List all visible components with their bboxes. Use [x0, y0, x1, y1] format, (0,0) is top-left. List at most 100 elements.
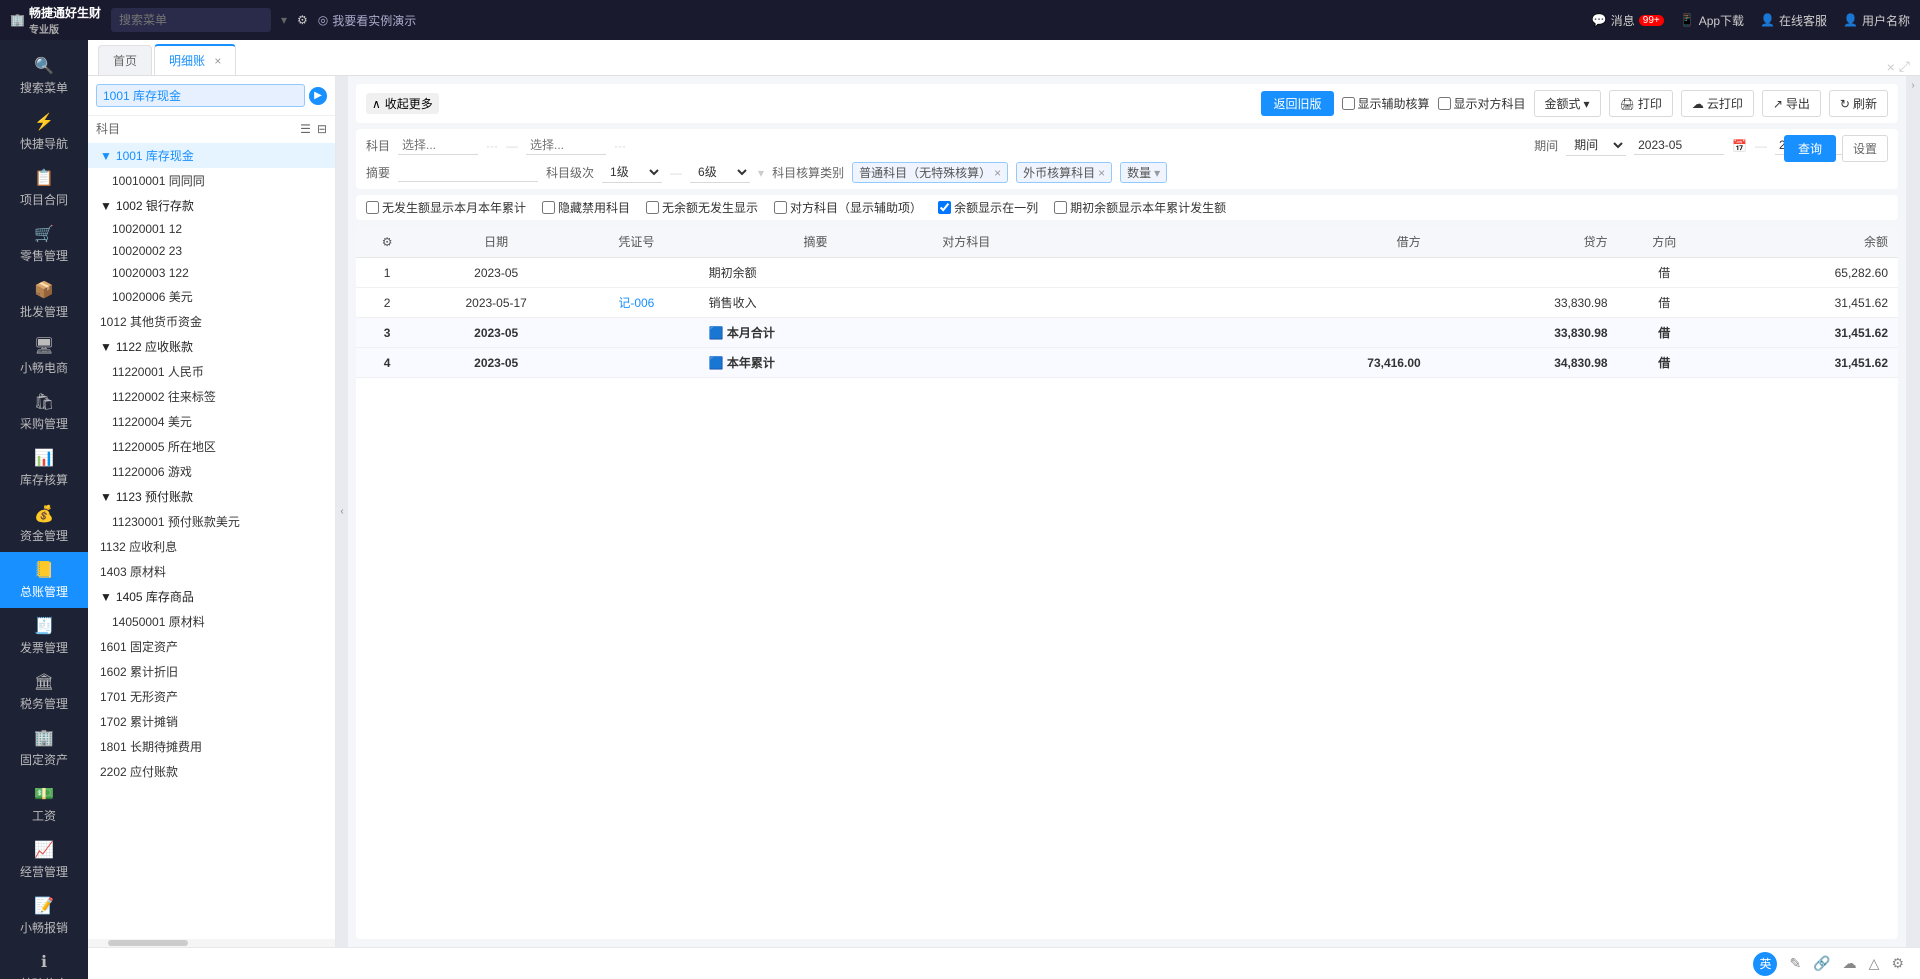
kemu-end-input[interactable] — [526, 136, 606, 155]
edit-icon[interactable]: ✎ — [1789, 955, 1801, 972]
cb-show-contra-label[interactable]: 显示对方科目 — [1438, 95, 1526, 112]
cloud-icon[interactable]: ☁ — [1843, 955, 1857, 972]
tree-item-11220002[interactable]: 11220002 往来标签 — [88, 384, 335, 409]
tree-item-1601[interactable]: 1601 固定资产 — [88, 634, 335, 659]
sidebar-item-ledger[interactable]: 📒 总账管理 — [0, 552, 88, 608]
cb-no-balance[interactable] — [366, 201, 379, 214]
sidebar-item-search[interactable]: 🔍 搜索菜单 — [0, 48, 88, 104]
gear-status-icon[interactable]: ⚙ — [1891, 955, 1904, 972]
sidebar-item-project[interactable]: 📋 项目合同 — [0, 160, 88, 216]
period-cal-icon[interactable]: 📅 — [1732, 139, 1747, 153]
table-row[interactable]: 42023-05🟦 本年累计73,416.0034,830.98借31,451.… — [356, 348, 1898, 378]
kemu-start-input[interactable] — [398, 136, 478, 155]
demo-link[interactable]: ◎ 我要看实例演示 — [318, 12, 417, 29]
tree-item-1122[interactable]: ▼ 1122 应收账款 — [88, 334, 335, 359]
window-close-btn[interactable]: × — [1887, 58, 1895, 75]
window-expand-btn[interactable]: ⤢ — [1899, 58, 1910, 75]
sidebar-item-ecommerce[interactable]: 🖥 小畅电商 — [0, 328, 88, 384]
tree-item-10020006[interactable]: 10020006 美元 — [88, 284, 335, 309]
cb-hidden-label[interactable]: 隐藏禁用科目 — [542, 199, 630, 216]
period-type-select[interactable]: 期间 — [1566, 135, 1626, 156]
sidebar-item-expense[interactable]: 📝 小畅报销 — [0, 888, 88, 944]
tree-item-11220001[interactable]: 11220001 人民币 — [88, 359, 335, 384]
table-row[interactable]: 22023-05-17记-006销售收入33,830.98借31,451.62 — [356, 288, 1898, 318]
tree-expand-all-icon[interactable]: ☰ — [300, 122, 311, 136]
side-mini-right[interactable]: › — [1906, 76, 1920, 947]
tree-item-1123[interactable]: ▼ 1123 预付账款 — [88, 484, 335, 509]
table-settings-icon[interactable]: ⚙ — [382, 235, 393, 249]
tree-item-11220005[interactable]: 11220005 所在地区 — [88, 434, 335, 459]
row-voucher[interactable]: 记-006 — [574, 288, 699, 318]
sidebar-item-wholesale[interactable]: 📦 批发管理 — [0, 272, 88, 328]
style-btn[interactable]: 金额式 ▾ — [1534, 90, 1601, 117]
sidebar-item-retail[interactable]: 🛒 零售管理 — [0, 216, 88, 272]
sidebar-item-purchase[interactable]: 🛍 采购管理 — [0, 384, 88, 440]
settings-icon[interactable]: ⚙ — [297, 13, 308, 27]
tag2-remove-btn[interactable]: × — [1098, 166, 1105, 180]
refresh-btn[interactable]: ↻ 刷新 — [1829, 90, 1888, 117]
cb-balance-col-label[interactable]: 余额显示在一列 — [938, 199, 1038, 216]
lang-btn[interactable]: 英 — [1753, 952, 1777, 976]
tag3-dropdown-btn[interactable]: ▾ — [1154, 166, 1160, 180]
tree-item-10020003[interactable]: 10020003 122 — [88, 262, 335, 284]
tree-scroll-thumb[interactable] — [108, 940, 188, 946]
kemu-level-end-select[interactable]: 6级 — [690, 162, 750, 183]
left-panel-collapse-btn[interactable]: ‹ — [336, 76, 348, 947]
expand-more-btn[interactable]: ∧ 收起更多 — [366, 93, 439, 114]
sidebar-item-fixed-assets[interactable]: 🏢 固定资产 — [0, 720, 88, 776]
cb-contra-label[interactable]: 对方科目（显示辅助项） — [774, 199, 922, 216]
tree-item-1012[interactable]: 1012 其他货币资金 — [88, 309, 335, 334]
tab-ledger-detail[interactable]: 明细账 × — [154, 44, 236, 75]
sidebar-item-invoice[interactable]: 🧾 发票管理 — [0, 608, 88, 664]
sidebar-item-operations[interactable]: 📈 经营管理 — [0, 832, 88, 888]
sidebar-item-funds[interactable]: 💰 资金管理 — [0, 496, 88, 552]
tree-item-11220004[interactable]: 11220004 美元 — [88, 409, 335, 434]
online-service-btn[interactable]: 👤 在线客服 — [1760, 12, 1827, 29]
cb-period-start[interactable] — [1054, 201, 1067, 214]
tree-item-1702[interactable]: 1702 累计摊销 — [88, 709, 335, 734]
cb-no-balance2-label[interactable]: 无余额无发生显示 — [646, 199, 758, 216]
cb-period-start-label[interactable]: 期初余额显示本年累计发生额 — [1054, 199, 1226, 216]
tree-item-10010001[interactable]: 10010001 同同同 — [88, 168, 335, 193]
sidebar-item-quick-nav[interactable]: ⚡ 快捷导航 — [0, 104, 88, 160]
tree-item-10020001[interactable]: 10020001 12 — [88, 218, 335, 240]
cb-show-contra[interactable] — [1438, 97, 1451, 110]
cb-show-assist-label[interactable]: 显示辅助核算 — [1342, 95, 1430, 112]
tree-item-11230001[interactable]: 11230001 预付账款美元 — [88, 509, 335, 534]
tree-item-1403[interactable]: 1403 原材料 — [88, 559, 335, 584]
cb-balance-col[interactable] — [938, 201, 951, 214]
tree-item-1132[interactable]: 1132 应收利息 — [88, 534, 335, 559]
col-gear-header[interactable]: ⚙ — [356, 226, 418, 258]
tree-item-1801[interactable]: 1801 长期待摊费用 — [88, 734, 335, 759]
user-avatar[interactable]: 👤 用户名称 — [1843, 12, 1910, 29]
return-old-version-btn[interactable]: 返回旧版 — [1261, 91, 1333, 116]
tree-collapse-icon[interactable]: ⊟ — [317, 122, 327, 136]
app-download-btn[interactable]: 📱 App下载 — [1680, 12, 1744, 29]
triangle-icon[interactable]: △ — [1869, 955, 1880, 972]
kemu-level-start-select[interactable]: 1级 — [602, 162, 662, 183]
filter-settings-btn[interactable]: 设置 — [1842, 135, 1888, 162]
cb-show-assist[interactable] — [1342, 97, 1355, 110]
link-icon[interactable]: 🔗 — [1813, 955, 1830, 972]
search-dropdown-icon[interactable]: ▾ — [281, 13, 287, 27]
tab-home[interactable]: 首页 — [98, 45, 152, 75]
tree-item-2202[interactable]: 2202 应付账款 — [88, 759, 335, 784]
tree-scrollbar[interactable] — [88, 939, 335, 947]
nav-arrow-btn[interactable]: ▶ — [309, 87, 327, 105]
tab-close-icon[interactable]: × — [214, 54, 221, 68]
tree-item-11220006[interactable]: 11220006 游戏 — [88, 459, 335, 484]
tree-item-1002[interactable]: ▼ 1002 银行存款 — [88, 193, 335, 218]
period-start-input[interactable] — [1634, 136, 1724, 155]
tree-item-14050001[interactable]: 14050001 原材料 — [88, 609, 335, 634]
messages-btn[interactable]: 💬 消息 99+ — [1592, 12, 1664, 29]
cb-no-balance-label[interactable]: 无发生额显示本月本年累计 — [366, 199, 526, 216]
tree-item-1701[interactable]: 1701 无形资产 — [88, 684, 335, 709]
tree-item-10020002[interactable]: 10020002 23 — [88, 240, 335, 262]
export-btn[interactable]: ↗ 导出 — [1762, 90, 1821, 117]
tree-item-1602[interactable]: 1602 累计折旧 — [88, 659, 335, 684]
cb-no-balance2[interactable] — [646, 201, 659, 214]
cb-contra[interactable] — [774, 201, 787, 214]
sidebar-item-basic-info[interactable]: ℹ 基础信息 — [0, 944, 88, 979]
voucher-link[interactable]: 记-006 — [618, 296, 654, 310]
sidebar-item-payroll[interactable]: 💵 工资 — [0, 776, 88, 832]
